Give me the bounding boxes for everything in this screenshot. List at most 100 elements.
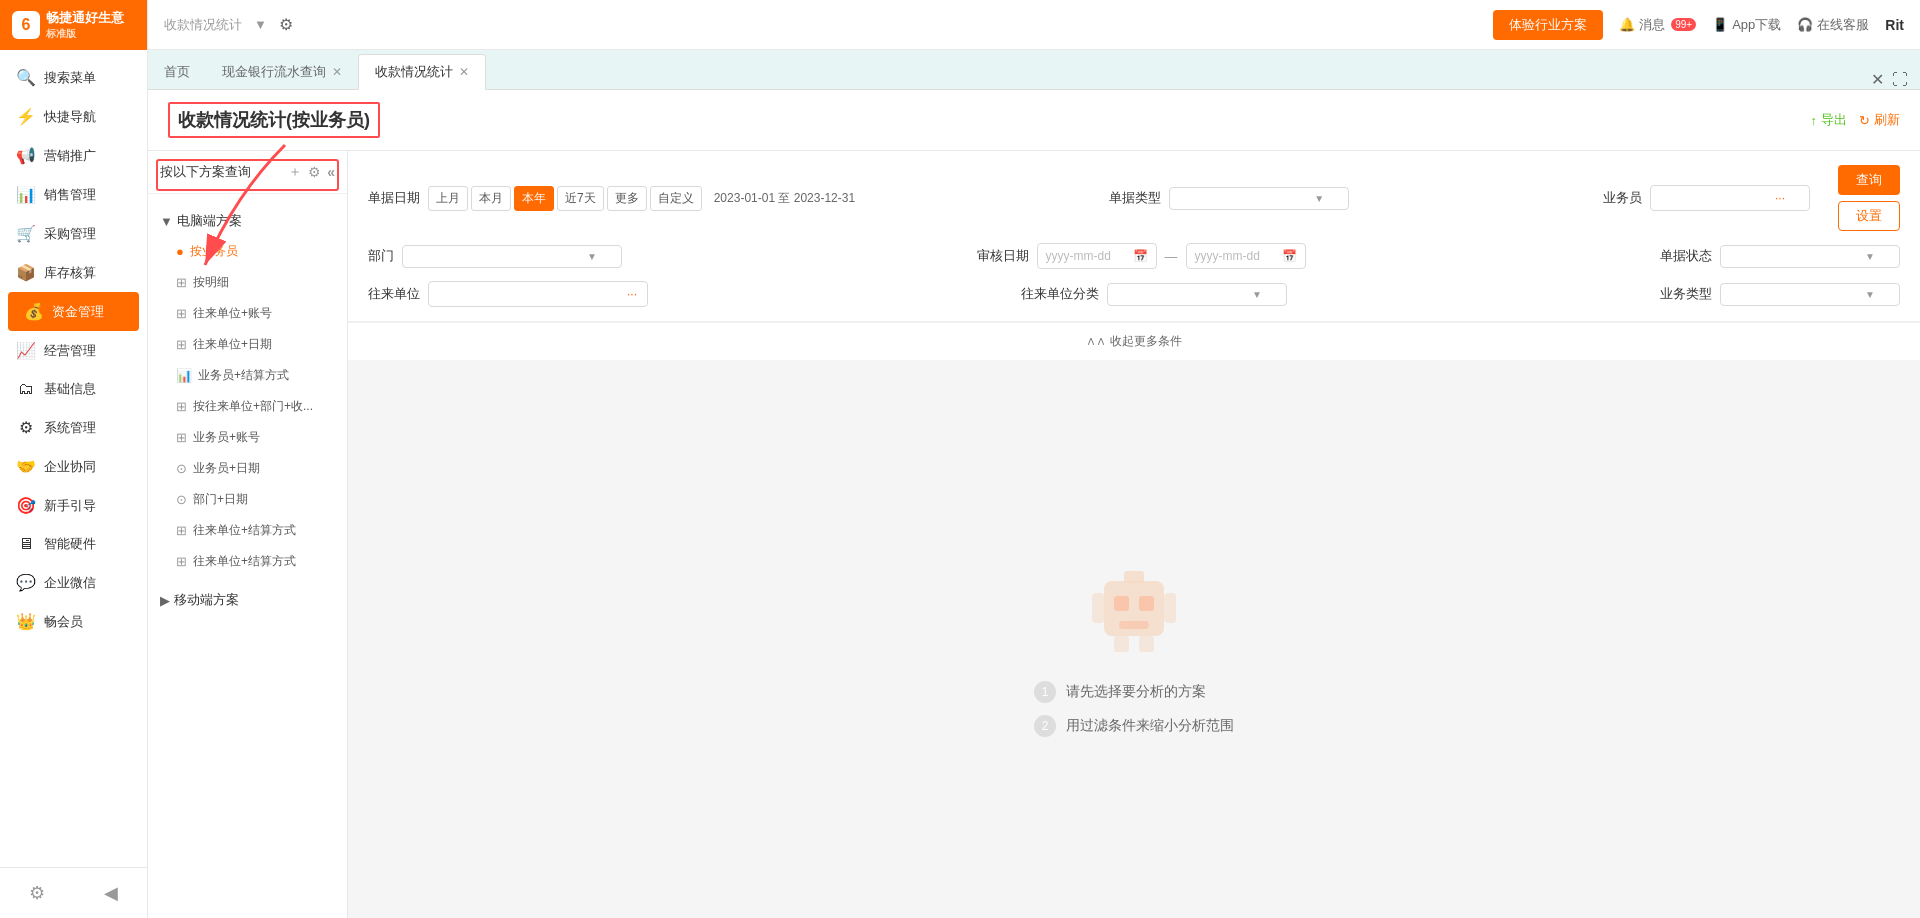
scheme-item-partner-settlement2[interactable]: ⊞ 往来单位+结算方式	[148, 546, 347, 577]
date-filter-group: 单据日期 上月 本月 本年 近7天 更多 自定义 2023-01-01 至 20…	[368, 186, 855, 211]
sidebar-item-enterprise[interactable]: 🤝 企业协同	[0, 447, 147, 486]
date-tab-this-month[interactable]: 本月	[471, 186, 511, 211]
add-scheme-icon[interactable]: ＋	[288, 163, 302, 181]
svg-rect-1	[1114, 596, 1129, 611]
business-type-select[interactable]: ▼	[1720, 283, 1900, 306]
sidebar-item-search[interactable]: 🔍 搜索菜单	[0, 58, 147, 97]
trending-icon: 📈	[16, 341, 36, 360]
sidebar-item-inventory[interactable]: 📦 库存核算	[0, 253, 147, 292]
sidebar-bottom: ⚙ ◀	[0, 867, 147, 918]
scheme-group-pc-label: 电脑端方案	[177, 212, 242, 230]
grid-icon-2: ⊞	[176, 306, 187, 321]
sidebar-label-search: 搜索菜单	[44, 69, 96, 87]
sidebar-item-system[interactable]: ⚙ 系统管理	[0, 408, 147, 447]
scheme-group-mobile: ▶ 移动端方案	[148, 581, 347, 619]
svg-rect-6	[1164, 593, 1176, 623]
tab-bank-flow[interactable]: 现金银行流水查询 ✕	[206, 55, 358, 89]
sidebar-item-operation[interactable]: 📈 经营管理	[0, 331, 147, 370]
doc-type-select[interactable]: ▼	[1169, 187, 1349, 210]
sidebar-item-base[interactable]: 🗂 基础信息	[0, 370, 147, 408]
scheme-item-salesman-settlement[interactable]: 📊 业务员+结算方式	[148, 360, 347, 391]
tab-maximize-icon[interactable]: ⛶	[1892, 71, 1908, 89]
refresh-button[interactable]: ↻ 刷新	[1859, 111, 1900, 129]
scheme-item-dept-date[interactable]: ⊙ 部门+日期	[148, 484, 347, 515]
scheme-item-by-detail[interactable]: ⊞ 按明细	[148, 267, 347, 298]
date-tab-prev-month[interactable]: 上月	[428, 186, 468, 211]
scheme-item-partner-account-label: 往来单位+账号	[193, 305, 272, 322]
tab-bank-flow-close[interactable]: ✕	[332, 65, 342, 79]
scheme-item-partner-dept[interactable]: ⊞ 按往来单位+部门+收...	[148, 391, 347, 422]
doc-status-select[interactable]: ▼	[1720, 245, 1900, 268]
dept-select[interactable]: ▼	[402, 245, 622, 268]
refresh-label: 刷新	[1874, 111, 1900, 129]
scheme-item-partner-settlement1[interactable]: ⊞ 往来单位+结算方式	[148, 515, 347, 546]
scheme-group-pc-header[interactable]: ▼ 电脑端方案	[148, 206, 347, 236]
export-label: 导出	[1821, 111, 1847, 129]
collapse-sidebar-icon[interactable]: ◀	[98, 876, 124, 910]
collapse-bar[interactable]: ∧∧ 收起更多条件	[348, 322, 1920, 360]
scheme-item-partner-account[interactable]: ⊞ 往来单位+账号	[148, 298, 347, 329]
online-service-action[interactable]: 🎧 在线客服	[1797, 16, 1869, 34]
app-download-action[interactable]: 📱 App下载	[1712, 16, 1781, 34]
sidebar-item-member[interactable]: 👑 畅会员	[0, 602, 147, 641]
tab-close-all-icon[interactable]: ✕	[1871, 70, 1884, 89]
sidebar-item-quicknav[interactable]: ⚡ 快捷导航	[0, 97, 147, 136]
sidebar-item-hardware[interactable]: 🖥 智能硬件	[0, 525, 147, 563]
breadcrumb-dropdown-icon[interactable]: ▼	[254, 17, 267, 32]
date-tab-this-year[interactable]: 本年	[514, 186, 554, 211]
settings-bottom-icon[interactable]: ⚙	[23, 876, 51, 910]
scheme-item-by-salesman[interactable]: ● 按业务员	[148, 236, 347, 267]
partner-select[interactable]: ···	[428, 281, 648, 307]
grid-icon-3: ⊞	[176, 337, 187, 352]
tab-home[interactable]: 首页	[148, 55, 206, 89]
svg-rect-8	[1139, 636, 1154, 652]
settings-button[interactable]: 设置	[1838, 201, 1900, 231]
scheme-item-salesman-account[interactable]: ⊞ 业务员+账号	[148, 422, 347, 453]
dot-icon: ●	[176, 244, 184, 259]
dept-arrow: ▼	[587, 251, 597, 262]
trial-button[interactable]: 体验行业方案	[1493, 10, 1603, 40]
filter-buttons: 查询 设置	[1838, 165, 1900, 231]
empty-tip-2-text: 用过滤条件来缩小分析范围	[1066, 717, 1234, 735]
edition-label: 标准版	[46, 27, 124, 41]
scheme-item-salesman-date[interactable]: ⊙ 业务员+日期	[148, 453, 347, 484]
notification-action[interactable]: 🔔 消息 99+	[1619, 16, 1696, 34]
sidebar-item-sales[interactable]: 📊 销售管理	[0, 175, 147, 214]
scheme-item-salesman-settlement-label: 业务员+结算方式	[198, 367, 289, 384]
sidebar-item-marketing[interactable]: 📢 营销推广	[0, 136, 147, 175]
export-button[interactable]: ↑ 导出	[1811, 111, 1848, 129]
tab-receipt-stat[interactable]: 收款情况统计 ✕	[358, 54, 486, 90]
scheme-settings-icon[interactable]: ⚙	[308, 164, 321, 180]
sidebar-label-hardware: 智能硬件	[44, 535, 96, 553]
user-avatar[interactable]: Rit	[1885, 17, 1904, 33]
date-tab-last-7[interactable]: 近7天	[557, 186, 604, 211]
header-gear-icon[interactable]: ⚙	[279, 15, 293, 34]
date-tab-more[interactable]: 更多	[607, 186, 647, 211]
scheme-collapse-icon[interactable]: «	[327, 164, 335, 180]
partner-category-select[interactable]: ▼	[1107, 283, 1287, 306]
sidebar-label-sales: 销售管理	[44, 186, 96, 204]
audit-end-placeholder: yyyy-mm-dd	[1195, 249, 1260, 263]
tab-receipt-stat-close[interactable]: ✕	[459, 65, 469, 79]
salesman-select[interactable]: ···	[1650, 185, 1810, 211]
date-separator: —	[1165, 249, 1178, 264]
empty-tip-1: 1 请先选择要分析的方案	[1034, 681, 1234, 703]
handshake-icon: 🤝	[16, 457, 36, 476]
audit-date-end[interactable]: yyyy-mm-dd 📅	[1186, 243, 1306, 269]
sidebar-item-guide[interactable]: 🎯 新手引导	[0, 486, 147, 525]
date-tab-custom[interactable]: 自定义	[650, 186, 702, 211]
sidebar-item-purchase[interactable]: 🛒 采购管理	[0, 214, 147, 253]
scheme-item-partner-date-label: 往来单位+日期	[193, 336, 272, 353]
sidebar-item-finance[interactable]: 💰 资金管理	[8, 292, 139, 331]
top-header: 收款情况统计 ▼ ⚙ 体验行业方案 🔔 消息 99+ 📱 App下载 🎧 在线客…	[148, 0, 1920, 50]
query-button[interactable]: 查询	[1838, 165, 1900, 195]
scheme-group-mobile-header[interactable]: ▶ 移动端方案	[148, 585, 347, 615]
salesman-more-dots: ···	[1775, 191, 1785, 205]
page-content: 收款情况统计(按业务员) ↑ 导出 ↻ 刷新 按以下方案查询 ＋	[148, 90, 1920, 918]
scheme-item-partner-date[interactable]: ⊞ 往来单位+日期	[148, 329, 347, 360]
audit-date-start[interactable]: yyyy-mm-dd 📅	[1037, 243, 1157, 269]
sidebar-item-wechat[interactable]: 💬 企业微信	[0, 563, 147, 602]
sidebar-label-finance: 资金管理	[52, 303, 104, 321]
empty-tip-2: 2 用过滤条件来缩小分析范围	[1034, 715, 1234, 737]
megaphone-icon: 📢	[16, 146, 36, 165]
